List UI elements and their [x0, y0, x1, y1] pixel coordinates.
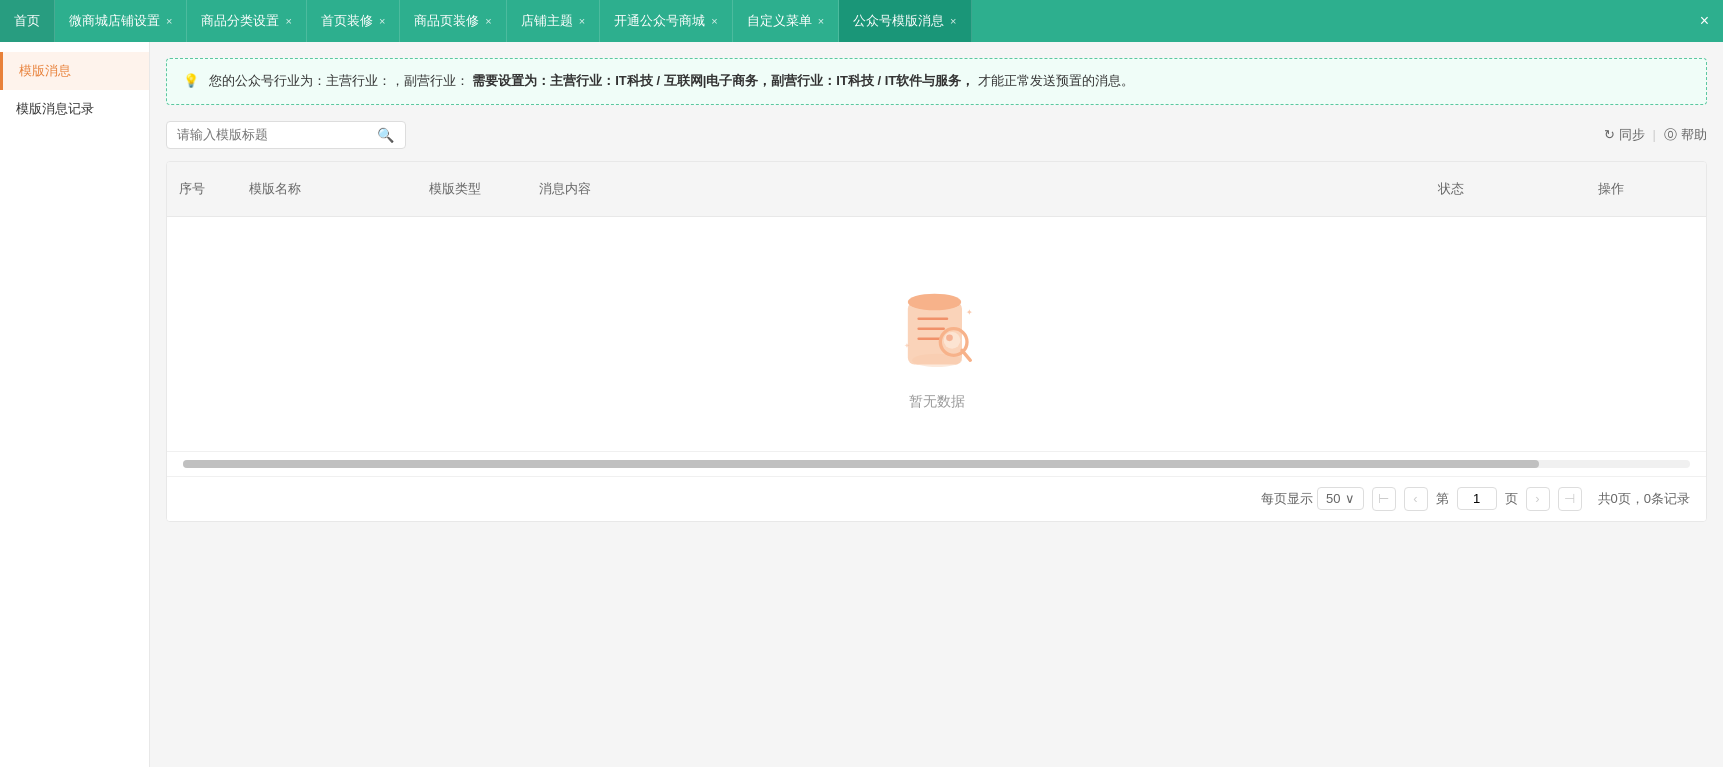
tab-category-label: 商品分类设置	[201, 12, 279, 30]
scrollbar-area	[167, 451, 1706, 476]
col-content: 消息内容	[527, 172, 1426, 206]
page-size-dropdown[interactable]: 50 ∨	[1317, 487, 1363, 510]
page-label-after: 页	[1505, 490, 1518, 508]
tab-category[interactable]: 商品分类设置 ×	[187, 0, 306, 42]
search-bar: 🔍 ↻ 同步 | ⓪ 帮助	[166, 121, 1707, 149]
help-button[interactable]: ⓪ 帮助	[1664, 126, 1707, 144]
tab-home-decor-label: 首页装修	[321, 12, 373, 30]
close-wechat-shop-icon[interactable]: ×	[166, 15, 172, 27]
tab-custom-menu[interactable]: 自定义菜单 ×	[733, 0, 839, 42]
scrollbar-track[interactable]	[183, 460, 1690, 468]
close-open-mall-icon[interactable]: ×	[711, 15, 717, 27]
content-area: 💡 您的公众号行业为：主营行业：，副营行业： 需要设置为：主营行业：IT科技 /…	[150, 42, 1723, 767]
global-close-button[interactable]: ×	[1686, 0, 1723, 42]
empty-icon: ✦ ✦	[887, 277, 987, 377]
svg-point-2	[907, 293, 960, 310]
tab-home[interactable]: 首页	[0, 0, 55, 42]
first-page-button[interactable]: ⊢	[1372, 487, 1396, 511]
col-seq: 序号	[167, 172, 237, 206]
search-icon[interactable]: 🔍	[377, 127, 394, 143]
prev-page-button[interactable]: ‹	[1404, 487, 1428, 511]
sidebar: 模版消息 模版消息记录	[0, 42, 150, 767]
sidebar-item-template-msg-label: 模版消息	[19, 63, 71, 78]
svg-point-9	[946, 334, 953, 341]
search-input[interactable]	[177, 127, 377, 142]
tab-wechat-shop-label: 微商城店铺设置	[69, 12, 160, 30]
total-info: 共0页，0条记录	[1598, 490, 1690, 508]
tab-open-mall-label: 开通公众号商城	[614, 12, 705, 30]
notice-box: 💡 您的公众号行业为：主营行业：，副营行业： 需要设置为：主营行业：IT科技 /…	[166, 58, 1707, 105]
empty-state: ✦ ✦ 暂无数据	[167, 217, 1706, 451]
svg-point-7	[943, 332, 960, 349]
sidebar-item-template-record-label: 模版消息记录	[16, 101, 94, 116]
table-container: 序号 模版名称 模版类型 消息内容 状态 操作	[166, 161, 1707, 522]
page-size-select: 每页显示 50 ∨	[1261, 487, 1363, 510]
tab-shop-theme[interactable]: 店铺主题 ×	[507, 0, 600, 42]
top-nav: 首页 微商城店铺设置 × 商品分类设置 × 首页装修 × 商品页装修 × 店铺主…	[0, 0, 1723, 42]
close-template-msg-icon[interactable]: ×	[950, 15, 956, 27]
sidebar-item-template-record[interactable]: 模版消息记录	[0, 90, 149, 128]
svg-text:✦: ✦	[903, 342, 909, 349]
tab-home-decor[interactable]: 首页装修 ×	[307, 0, 400, 42]
tab-open-mall[interactable]: 开通公众号商城 ×	[600, 0, 732, 42]
notice-highlight: 需要设置为：主营行业：IT科技 / 互联网|电子商务，副营行业：IT科技 / I…	[472, 73, 974, 88]
notice-prefix: 您的公众号行业为：主营行业：，副营行业：	[209, 73, 469, 88]
notice-suffix: 才能正常发送预置的消息。	[978, 73, 1134, 88]
main-layout: 模版消息 模版消息记录 💡 您的公众号行业为：主营行业：，副营行业： 需要设置为…	[0, 42, 1723, 767]
tab-product-decor[interactable]: 商品页装修 ×	[400, 0, 506, 42]
sidebar-item-template-msg[interactable]: 模版消息	[0, 52, 149, 90]
scrollbar-thumb[interactable]	[183, 460, 1539, 468]
page-size-value: 50	[1326, 491, 1340, 506]
tab-template-msg-label: 公众号模版消息	[853, 12, 944, 30]
close-home-decor-icon[interactable]: ×	[379, 15, 385, 27]
toolbar-divider: |	[1653, 127, 1656, 142]
chevron-down-icon: ∨	[1345, 491, 1355, 506]
sync-button[interactable]: ↻ 同步	[1604, 126, 1645, 144]
notice-icon: 💡	[183, 73, 199, 88]
next-page-button[interactable]: ›	[1526, 487, 1550, 511]
col-type: 模版类型	[417, 172, 527, 206]
tab-shop-theme-label: 店铺主题	[521, 12, 573, 30]
tab-home-label: 首页	[14, 12, 40, 30]
close-product-decor-icon[interactable]: ×	[485, 15, 491, 27]
page-input[interactable]	[1457, 487, 1497, 510]
close-category-icon[interactable]: ×	[285, 15, 291, 27]
pagination: 每页显示 50 ∨ ⊢ ‹ 第 页 › ⊣ 共0页，0条记录	[167, 476, 1706, 521]
svg-line-8	[962, 350, 970, 360]
tab-custom-menu-label: 自定义菜单	[747, 12, 812, 30]
help-label: 帮助	[1681, 126, 1707, 144]
page-size-label: 每页显示	[1261, 490, 1313, 508]
col-name: 模版名称	[237, 172, 417, 206]
col-status: 状态	[1426, 172, 1586, 206]
close-custom-menu-icon[interactable]: ×	[818, 15, 824, 27]
page-label-before: 第	[1436, 490, 1449, 508]
svg-text:✦: ✦	[966, 306, 973, 316]
toolbar-right: ↻ 同步 | ⓪ 帮助	[1604, 126, 1707, 144]
last-page-button[interactable]: ⊣	[1558, 487, 1582, 511]
search-input-wrap[interactable]: 🔍	[166, 121, 406, 149]
empty-text: 暂无数据	[909, 393, 965, 411]
tab-template-msg[interactable]: 公众号模版消息 ×	[839, 0, 971, 42]
close-shop-theme-icon[interactable]: ×	[579, 15, 585, 27]
sync-icon: ↻	[1604, 127, 1615, 142]
table-header: 序号 模版名称 模版类型 消息内容 状态 操作	[167, 162, 1706, 217]
tab-wechat-shop[interactable]: 微商城店铺设置 ×	[55, 0, 187, 42]
sync-label: 同步	[1619, 126, 1645, 144]
tab-product-decor-label: 商品页装修	[414, 12, 479, 30]
help-icon: ⓪	[1664, 126, 1677, 144]
col-action: 操作	[1586, 172, 1706, 206]
